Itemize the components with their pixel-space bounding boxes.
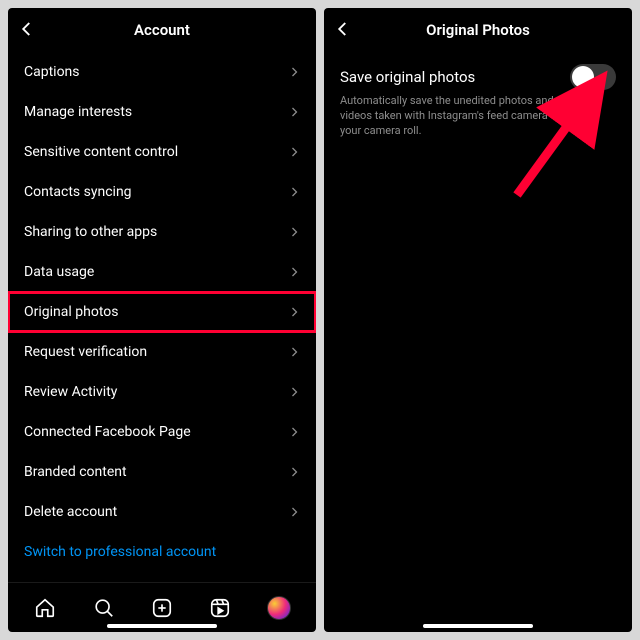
settings-row-label: Connected Facebook Page (24, 424, 191, 440)
chevron-right-icon (288, 106, 300, 118)
chevron-left-icon (18, 20, 36, 38)
settings-row-manage-interests[interactable]: Manage interests (8, 92, 316, 132)
settings-row-label: Data usage (24, 264, 94, 280)
setting-title: Save original photos (340, 68, 475, 86)
settings-row-contacts-syncing[interactable]: Contacts syncing (8, 172, 316, 212)
settings-row-label: Sharing to other apps (24, 224, 157, 240)
settings-row-sharing-to-other-apps[interactable]: Sharing to other apps (8, 212, 316, 252)
save-original-photos-setting: Save original photos Automatically save … (324, 52, 632, 147)
original-photos-screen: Original Photos Save original photos Aut… (324, 8, 632, 632)
settings-row-label: Captions (24, 64, 80, 80)
settings-list: Captions Manage interests Sensitive conten… (8, 52, 316, 582)
link-add-new-professional-account[interactable]: Add new professional account (8, 572, 316, 582)
settings-row-data-usage[interactable]: Data usage (8, 252, 316, 292)
settings-row-delete-account[interactable]: Delete account (8, 492, 316, 532)
chevron-right-icon (288, 66, 300, 78)
back-button[interactable] (334, 20, 354, 40)
link-switch-to-professional-account[interactable]: Switch to professional account (8, 532, 316, 572)
settings-row-connected-facebook-page[interactable]: Connected Facebook Page (8, 412, 316, 452)
settings-row-captions[interactable]: Captions (8, 52, 316, 92)
header: Original Photos (324, 8, 632, 52)
reels-icon (209, 597, 231, 619)
settings-row-label: Original photos (24, 304, 118, 320)
settings-row-label: Request verification (24, 344, 147, 360)
home-icon (34, 597, 56, 619)
chevron-right-icon (288, 506, 300, 518)
settings-row-original-photos[interactable]: Original photos (8, 292, 316, 332)
home-indicator (423, 624, 533, 628)
settings-row-label: Sensitive content control (24, 144, 178, 160)
tab-profile[interactable] (266, 595, 292, 621)
search-icon (93, 597, 115, 619)
header: Account (8, 8, 316, 52)
tab-home[interactable] (32, 595, 58, 621)
chevron-right-icon (288, 386, 300, 398)
setting-description: Automatically save the unedited photos a… (340, 94, 616, 139)
avatar (267, 596, 291, 620)
page-title: Account (134, 21, 190, 39)
settings-row-request-verification[interactable]: Request verification (8, 332, 316, 372)
chevron-right-icon (288, 266, 300, 278)
chevron-left-icon (334, 20, 352, 38)
home-indicator (107, 624, 217, 628)
chevron-right-icon (288, 346, 300, 358)
tab-reels[interactable] (207, 595, 233, 621)
chevron-right-icon (288, 226, 300, 238)
page-title: Original Photos (426, 21, 530, 39)
content: Save original photos Automatically save … (324, 52, 632, 632)
settings-row-branded-content[interactable]: Branded content (8, 452, 316, 492)
save-original-photos-toggle[interactable] (570, 64, 616, 90)
chevron-right-icon (288, 466, 300, 478)
chevron-right-icon (288, 186, 300, 198)
settings-row-label: Review Activity (24, 384, 117, 400)
account-settings-screen: Account Captions Manage interests Sensitiv… (8, 8, 316, 632)
link-label: Switch to professional account (24, 544, 216, 560)
settings-row-review-activity[interactable]: Review Activity (8, 372, 316, 412)
chevron-right-icon (288, 146, 300, 158)
chevron-right-icon (288, 306, 300, 318)
settings-row-sensitive-content-control[interactable]: Sensitive content control (8, 132, 316, 172)
tab-search[interactable] (91, 595, 117, 621)
chevron-right-icon (288, 426, 300, 438)
settings-row-label: Delete account (24, 504, 117, 520)
settings-row-label: Branded content (24, 464, 127, 480)
tab-new-post[interactable] (149, 595, 175, 621)
settings-row-label: Manage interests (24, 104, 132, 120)
plus-square-icon (151, 597, 173, 619)
settings-row-label: Contacts syncing (24, 184, 132, 200)
back-button[interactable] (18, 20, 38, 40)
toggle-knob (572, 66, 594, 88)
